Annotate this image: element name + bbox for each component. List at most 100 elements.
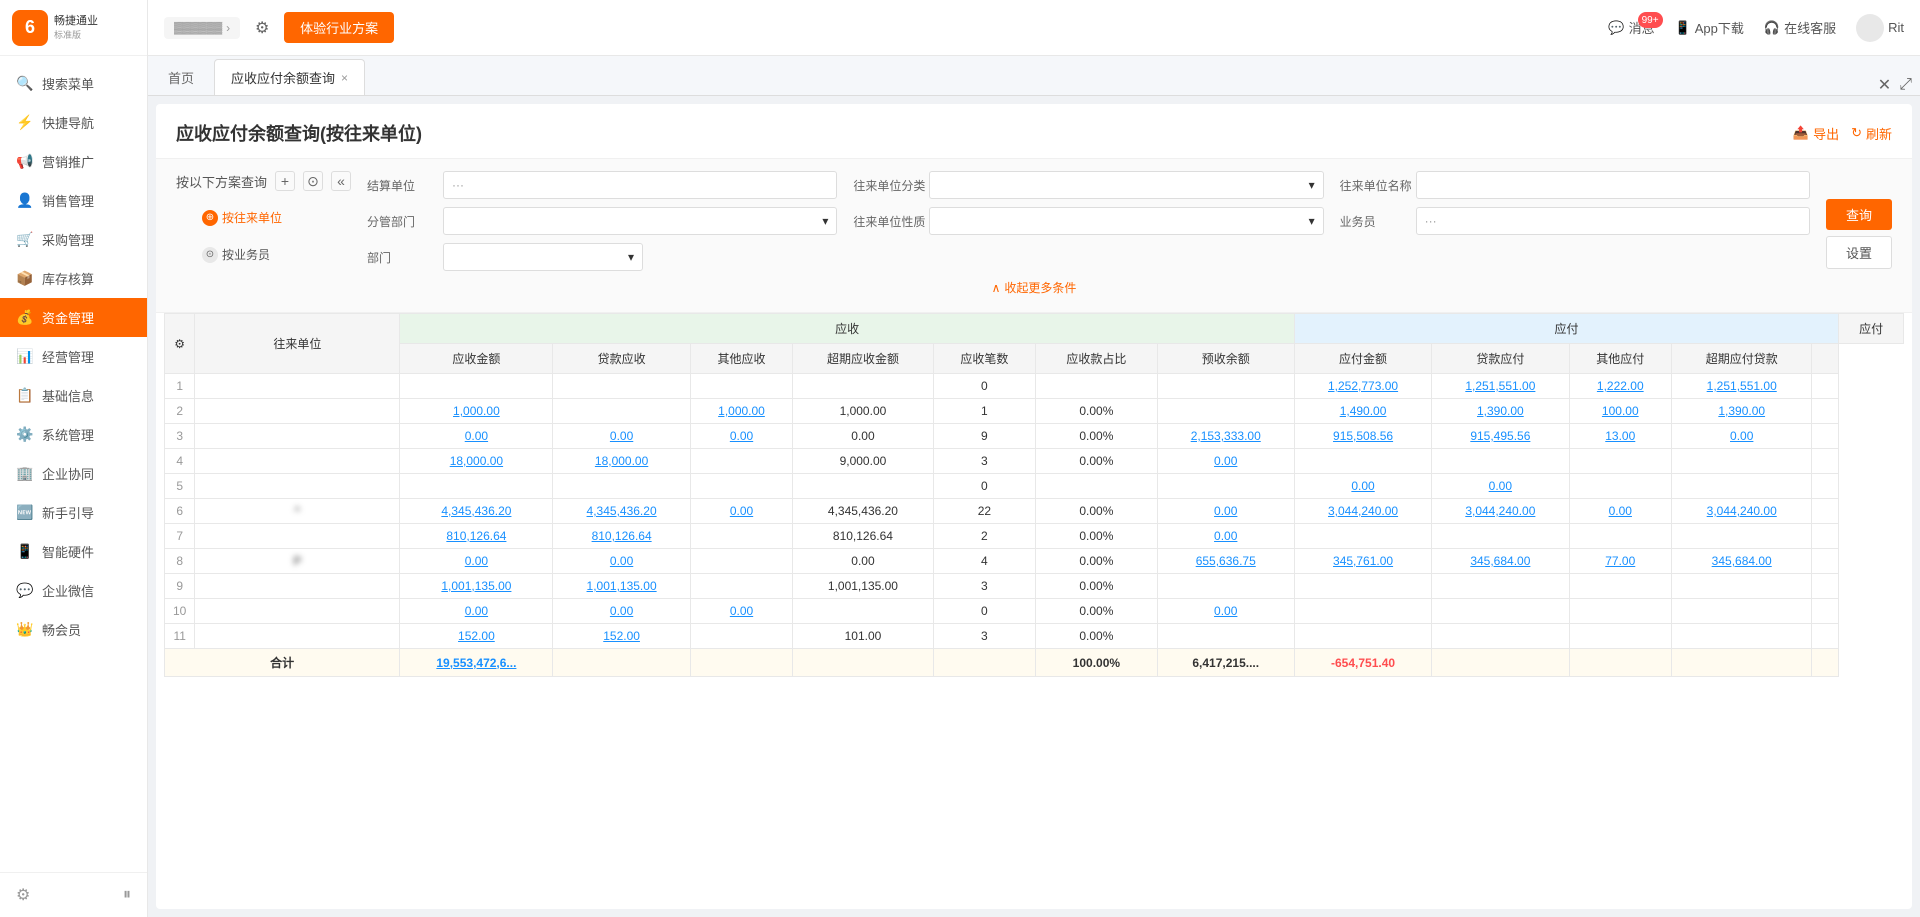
sidebar-item-label: 库存核算 [42,269,94,288]
department-select[interactable]: ▾ [443,243,643,271]
tab-home-label: 首页 [168,68,194,87]
table-settings-header[interactable]: ⚙ [165,314,195,374]
tab-close-icon[interactable]: × [341,71,348,85]
filter-collapse-btn[interactable]: « [331,171,351,191]
sidebar-item-label: 经营管理 [42,347,94,366]
collapse-sidebar-btn[interactable]: ⏸ [123,886,131,904]
page-header-btns: 📤 导出 ↻ 刷新 [1793,124,1892,143]
total-overdue-receivable [793,649,933,677]
tab-home[interactable]: 首页 [152,59,210,95]
page-header: 应收应付余额查询(按往来单位) 📤 导出 ↻ 刷新 [156,104,1912,159]
sidebar-item-operations[interactable]: 📊 经营管理 [0,337,147,376]
partner-cat-label: 往来单位分类 [853,177,923,194]
salesman-label: 业务员 [1340,213,1410,230]
settlement-input[interactable]: ··· [443,171,837,199]
scheme-partner-label: 按往来单位 [222,209,282,226]
refresh-btn[interactable]: ↻ 刷新 [1851,124,1892,143]
table-row: 91,001,135.001,001,135.001,001,135.0030.… [165,574,1904,599]
trial-btn[interactable]: 体验行业方案 [284,12,394,43]
close-window-icon[interactable]: ✕ [1878,75,1891,95]
total-other-payable [1569,649,1672,677]
sidebar-item-hardware[interactable]: 📱 智能硬件 [0,532,147,571]
sidebar-item-purchase[interactable]: 🛒 采购管理 [0,220,147,259]
user-menu[interactable]: Rit [1856,14,1904,42]
operations-icon: 📊 [16,348,34,366]
partner-nature-select[interactable]: ▾ [929,207,1323,235]
sidebar-item-basic-info[interactable]: 📋 基础信息 [0,376,147,415]
app-download-label: App下载 [1695,18,1744,37]
total-receivable-ratio: 100.00% [1036,649,1157,677]
search-menu-icon: 🔍 [16,75,34,93]
settlement-label: 结算单位 [367,177,437,194]
partner-column-header: 往来单位 [195,314,400,374]
partner-name-input[interactable] [1416,171,1810,199]
salesman-input[interactable]: ··· [1416,207,1810,235]
partner-name-label: 往来单位名称 [1340,177,1410,194]
total-receivable-amount[interactable]: 19,553,472,6... [400,649,553,677]
topbar-left: ▓▓▓▓▓▓ › ⚙ 体验行业方案 [164,12,394,43]
guide-icon: 🆕 [16,504,34,522]
sidebar-item-sales[interactable]: 👤 销售管理 [0,181,147,220]
settings-gear-btn[interactable]: ⚙ [248,14,276,42]
sidebar-item-label: 系统管理 [42,425,94,444]
collapse-more-btn[interactable]: ∧ 收起更多条件 [176,275,1892,300]
sidebar-item-search-menu[interactable]: 🔍 搜索菜单 [0,64,147,103]
sidebar-item-marketing[interactable]: 📢 营销推广 [0,142,147,181]
table-settings-icon[interactable]: ⚙ [174,337,185,351]
filter-target-btn[interactable]: ⊙ [303,171,323,191]
partner-cat-select[interactable]: ▾ [929,171,1323,199]
scheme-by-partner[interactable]: ⊕ 按往来单位 [196,207,288,228]
filter-add-btn[interactable]: + [275,171,295,191]
tab-window-btns: ✕ ⤢ [1870,75,1920,95]
other-receivable-header: 其他应收 [690,344,793,374]
filter-area: 按以下方案查询 + ⊙ « ⊕ 按往来单位 [156,159,1912,313]
sidebar-item-label: 采购管理 [42,230,94,249]
online-service-btn[interactable]: 🎧 在线客服 [1764,18,1836,37]
other-payable-header: 其他应付 [1569,344,1672,374]
app-download-btn[interactable]: 📱 App下载 [1675,18,1744,37]
sidebar-item-finance[interactable]: 💰 资金管理 [0,298,147,337]
settings-bottom-icon[interactable]: ⚙ [16,885,30,905]
tab-receivable-query[interactable]: 应收应付余额查询 × [214,59,365,95]
main-content: ▓▓▓▓▓▓ › ⚙ 体验行业方案 💬 消息 99+ 📱 App下载 🎧 [148,0,1920,917]
sales-icon: 👤 [16,192,34,210]
sidebar-item-member[interactable]: 👑 畅会员 [0,610,147,649]
overdue-receivable-header: 超期应收金额 [793,344,933,374]
sidebar-item-inventory[interactable]: 📦 库存核算 [0,259,147,298]
sidebar-item-label: 销售管理 [42,191,94,210]
sidebar-item-guide[interactable]: 🆕 新手引导 [0,493,147,532]
sidebar-item-wechat[interactable]: 💬 企业微信 [0,571,147,610]
maximize-window-icon[interactable]: ⤢ [1899,76,1912,94]
filter-title: 按以下方案查询 [176,172,267,191]
export-btn[interactable]: 📤 导出 [1793,124,1839,143]
receivable-amount-header: 应收金额 [400,344,553,374]
total-other-receivable [690,649,793,677]
overdue-payable-header: 超期应付贷款 [1672,344,1812,374]
filter-field-settlement: 结算单位 ··· [367,171,837,199]
page-content: 应收应付余额查询(按往来单位) 📤 导出 ↻ 刷新 [148,96,1920,917]
finance-icon: 💰 [16,309,34,327]
enterprise-icon: 🏢 [16,465,34,483]
tab-bar: 首页 应收应付余额查询 × ✕ ⤢ [148,56,1920,96]
sidebar-item-system[interactable]: ⚙️ 系统管理 [0,415,147,454]
scheme-by-salesman[interactable]: ⊙ 按业务员 [196,244,276,265]
loan-payable-header: 贷款应付 [1432,344,1569,374]
top-bar: ▓▓▓▓▓▓ › ⚙ 体验行业方案 💬 消息 99+ 📱 App下载 🎧 [148,0,1920,56]
logo-text-line1: 畅捷通业 [54,14,98,28]
sidebar-item-quick-nav[interactable]: ⚡ 快捷导航 [0,103,147,142]
sidebar-nav: 🔍 搜索菜单 ⚡ 快捷导航 📢 营销推广 👤 销售管理 🛒 采购管理 📦 [0,56,147,872]
filter-field-partner-nature: 往来单位性质 ▾ [853,207,1323,235]
sidebar-item-enterprise[interactable]: 🏢 企业协同 [0,454,147,493]
total-advance-balance: 6,417,215.... [1157,649,1294,677]
chevron-down-icon4: ▾ [628,250,634,264]
wechat-icon: 💬 [16,582,34,600]
query-btn[interactable]: 查询 [1826,199,1892,230]
breadcrumb: ▓▓▓▓▓▓ › [164,17,240,39]
quick-nav-icon: ⚡ [16,114,34,132]
dept-select[interactable]: ▾ [443,207,837,235]
total-label: 合计 [165,649,400,677]
messages-btn[interactable]: 💬 消息 99+ [1608,18,1654,37]
setting-btn[interactable]: 设置 [1826,236,1892,269]
sidebar-item-label: 企业微信 [42,581,94,600]
sidebar-logo: 6 畅捷通业 标准版 [0,0,147,56]
